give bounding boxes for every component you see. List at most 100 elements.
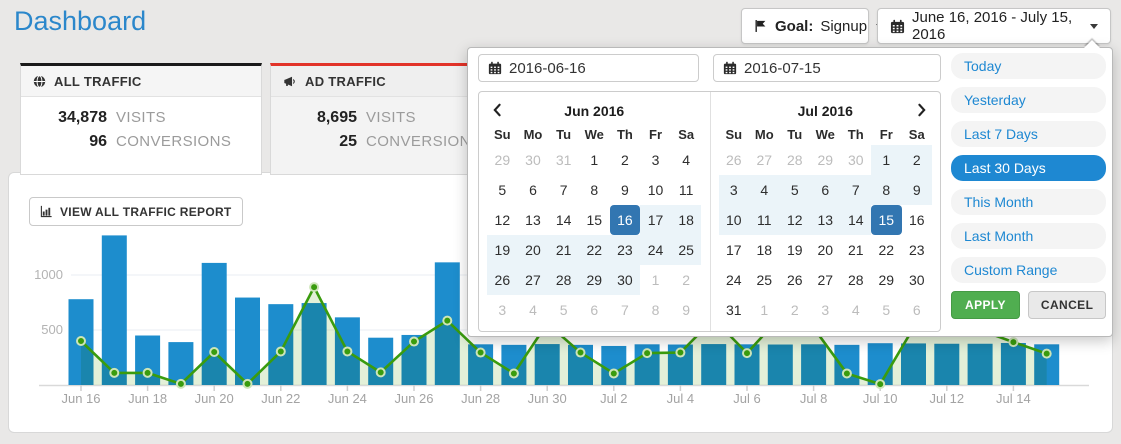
calendar-day-selected[interactable]: 15 <box>871 205 902 235</box>
calendar-day[interactable]: 27 <box>518 265 549 295</box>
calendar-day[interactable]: 2 <box>780 295 811 325</box>
calendar-day[interactable]: 18 <box>749 235 780 265</box>
calendar-day[interactable]: 4 <box>671 145 702 175</box>
calendar-day[interactable]: 28 <box>780 145 811 175</box>
calendar-day[interactable]: 7 <box>548 175 579 205</box>
end-date-input[interactable] <box>744 60 931 77</box>
calendar-day[interactable]: 27 <box>810 265 841 295</box>
calendar-day[interactable]: 25 <box>749 265 780 295</box>
all-traffic-card[interactable]: ALL TRAFFIC 34,878 VISITS 96 CONVERSIONS <box>20 63 262 175</box>
calendar-day[interactable]: 5 <box>548 295 579 325</box>
calendar-day[interactable]: 3 <box>487 295 518 325</box>
preset-custom-range[interactable]: Custom Range <box>951 257 1106 283</box>
calendar-day[interactable]: 1 <box>749 295 780 325</box>
calendar-day[interactable]: 31 <box>548 145 579 175</box>
calendar-day[interactable]: 1 <box>871 145 902 175</box>
calendar-day[interactable]: 8 <box>871 175 902 205</box>
calendar-day[interactable]: 2 <box>671 265 702 295</box>
calendar-day[interactable]: 30 <box>902 265 933 295</box>
calendar-day[interactable]: 12 <box>780 205 811 235</box>
calendar-day[interactable]: 3 <box>810 295 841 325</box>
date-range-button[interactable]: June 16, 2016 - July 15, 2016 <box>877 8 1111 44</box>
preset-last-30-days[interactable]: Last 30 Days <box>951 155 1106 181</box>
calendar-day[interactable]: 16 <box>902 205 933 235</box>
calendar-day[interactable]: 15 <box>579 205 610 235</box>
calendar-day[interactable]: 20 <box>810 235 841 265</box>
calendar-day[interactable]: 29 <box>579 265 610 295</box>
calendar-day[interactable]: 14 <box>841 205 872 235</box>
calendar-day[interactable]: 29 <box>487 145 518 175</box>
calendar-day[interactable]: 24 <box>640 235 671 265</box>
calendar-day[interactable]: 9 <box>902 175 933 205</box>
calendar-day[interactable]: 4 <box>749 175 780 205</box>
calendar-day[interactable]: 29 <box>810 145 841 175</box>
calendar-day[interactable]: 29 <box>871 265 902 295</box>
calendar-day[interactable]: 1 <box>640 265 671 295</box>
calendar-day[interactable]: 11 <box>671 175 702 205</box>
calendar-day[interactable]: 17 <box>719 235 750 265</box>
view-all-traffic-report-button[interactable]: VIEW ALL TRAFFIC REPORT <box>29 197 243 226</box>
calendar-day[interactable]: 13 <box>810 205 841 235</box>
chevron-left-icon[interactable] <box>491 103 503 120</box>
calendar-day[interactable]: 7 <box>610 295 641 325</box>
calendar-day[interactable]: 26 <box>487 265 518 295</box>
calendar-day[interactable]: 13 <box>518 205 549 235</box>
calendar-day[interactable]: 8 <box>640 295 671 325</box>
calendar-day[interactable]: 9 <box>610 175 641 205</box>
calendar-day[interactable]: 20 <box>518 235 549 265</box>
calendar-day[interactable]: 21 <box>548 235 579 265</box>
apply-button[interactable]: APPLY <box>951 291 1020 319</box>
preset-this-month[interactable]: This Month <box>951 189 1106 215</box>
preset-last-month[interactable]: Last Month <box>951 223 1106 249</box>
calendar-day[interactable]: 11 <box>749 205 780 235</box>
calendar-day[interactable]: 1 <box>579 145 610 175</box>
calendar-day[interactable]: 6 <box>810 175 841 205</box>
calendar-day[interactable]: 30 <box>518 145 549 175</box>
cancel-button[interactable]: CANCEL <box>1028 291 1106 319</box>
calendar-day[interactable]: 28 <box>841 265 872 295</box>
calendar-day[interactable]: 31 <box>719 295 750 325</box>
calendar-day[interactable]: 23 <box>610 235 641 265</box>
goal-selector-button[interactable]: Goal: Signup <box>741 8 869 44</box>
calendar-day[interactable]: 4 <box>841 295 872 325</box>
preset-last-7-days[interactable]: Last 7 Days <box>951 121 1106 147</box>
calendar-day[interactable]: 7 <box>841 175 872 205</box>
calendar-day-selected[interactable]: 16 <box>610 205 641 235</box>
calendar-day[interactable]: 27 <box>749 145 780 175</box>
calendar-day[interactable]: 4 <box>518 295 549 325</box>
calendar-day[interactable]: 5 <box>780 175 811 205</box>
calendar-day[interactable]: 17 <box>640 205 671 235</box>
start-date-input[interactable] <box>509 60 689 77</box>
calendar-day[interactable]: 18 <box>671 205 702 235</box>
chevron-right-icon[interactable] <box>916 103 928 120</box>
calendar-day[interactable]: 12 <box>487 205 518 235</box>
calendar-day[interactable]: 30 <box>841 145 872 175</box>
calendar-day[interactable]: 19 <box>780 235 811 265</box>
calendar-day[interactable]: 30 <box>610 265 641 295</box>
calendar-day[interactable]: 6 <box>902 295 933 325</box>
calendar-day[interactable]: 23 <box>902 235 933 265</box>
calendar-day[interactable]: 26 <box>719 145 750 175</box>
calendar-day[interactable]: 5 <box>487 175 518 205</box>
calendar-day[interactable]: 10 <box>640 175 671 205</box>
calendar-day[interactable]: 22 <box>579 235 610 265</box>
calendar-day[interactable]: 9 <box>671 295 702 325</box>
calendar-day[interactable]: 6 <box>518 175 549 205</box>
calendar-day[interactable]: 2 <box>902 145 933 175</box>
calendar-day[interactable]: 10 <box>719 205 750 235</box>
calendar-day[interactable]: 6 <box>579 295 610 325</box>
calendar-day[interactable]: 24 <box>719 265 750 295</box>
calendar-day[interactable]: 25 <box>671 235 702 265</box>
calendar-day[interactable]: 8 <box>579 175 610 205</box>
preset-today[interactable]: Today <box>951 53 1106 79</box>
preset-yesterday[interactable]: Yesterday <box>951 87 1106 113</box>
calendar-day[interactable]: 26 <box>780 265 811 295</box>
calendar-day[interactable]: 2 <box>610 145 641 175</box>
calendar-day[interactable]: 14 <box>548 205 579 235</box>
calendar-day[interactable]: 3 <box>719 175 750 205</box>
calendar-day[interactable]: 28 <box>548 265 579 295</box>
calendar-day[interactable]: 5 <box>871 295 902 325</box>
calendar-day[interactable]: 22 <box>871 235 902 265</box>
calendar-day[interactable]: 21 <box>841 235 872 265</box>
calendar-day[interactable]: 3 <box>640 145 671 175</box>
